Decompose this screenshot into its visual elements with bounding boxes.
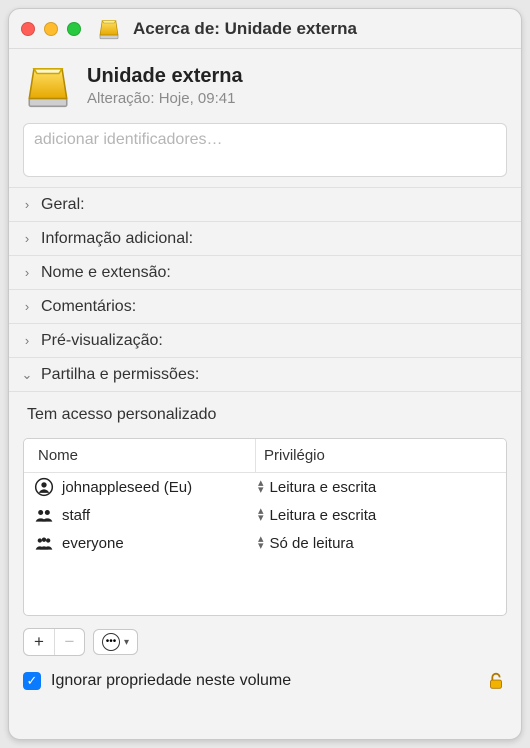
file-modified: Alteração: Hoje, 09:41 (87, 90, 243, 107)
remove-button[interactable]: − (54, 629, 84, 655)
zoom-window-button[interactable] (67, 22, 81, 36)
col-name-label: Nome (38, 447, 78, 464)
chevron-right-icon: › (21, 265, 33, 280)
add-remove-group: + − (23, 628, 85, 656)
ellipsis-circle-icon: ••• (102, 633, 120, 651)
sections: › Geral: › Informação adicional: › Nome … (9, 187, 521, 392)
drive-icon (97, 17, 121, 41)
drive-icon-large (23, 61, 73, 111)
group-icon (34, 533, 54, 553)
perm-row-priv: Leitura e escrita (270, 479, 377, 496)
info-window: Acerca de: Unidade externa Unidade exter… (8, 8, 522, 740)
perm-row-name: everyone (62, 535, 124, 552)
tags-field-container[interactable] (23, 123, 507, 177)
stepper-icon[interactable]: ▴▾ (258, 536, 264, 550)
chevron-right-icon: › (21, 333, 33, 348)
add-button[interactable]: + (24, 629, 54, 655)
stepper-icon[interactable]: ▴▾ (258, 480, 264, 494)
section-preview[interactable]: › Pré-visualização: (9, 324, 521, 358)
permissions-toolbar: + − ••• ▾ (9, 616, 521, 662)
permissions-header: Nome Privilégio (24, 439, 506, 473)
user-icon (34, 477, 54, 497)
section-name-ext-label: Nome e extensão: (41, 264, 171, 282)
file-name: Unidade externa (87, 65, 243, 88)
window-title: Acerca de: Unidade externa (133, 19, 357, 39)
perm-row-name: johnappleseed (Eu) (62, 479, 192, 496)
action-menu-button[interactable]: ••• ▾ (93, 629, 138, 655)
section-comments[interactable]: › Comentários: (9, 290, 521, 324)
col-name-header[interactable]: Nome (24, 439, 256, 472)
group-icon (34, 505, 54, 525)
file-header-texts: Unidade externa Alteração: Hoje, 09:41 (87, 65, 243, 107)
section-general[interactable]: › Geral: (9, 188, 521, 222)
section-more-info[interactable]: › Informação adicional: (9, 222, 521, 256)
section-more-info-label: Informação adicional: (41, 230, 193, 248)
section-name-extension[interactable]: › Nome e extensão: (9, 256, 521, 290)
ignore-ownership-label: Ignorar propriedade neste volume (51, 672, 291, 690)
chevron-right-icon: › (21, 299, 33, 314)
lock-icon[interactable] (485, 670, 507, 692)
tags-input[interactable] (32, 130, 498, 150)
chevron-right-icon: › (21, 197, 33, 212)
stepper-icon[interactable]: ▴▾ (258, 508, 264, 522)
modified-label: Alteração: (87, 90, 155, 107)
col-priv-header[interactable]: Privilégio (256, 439, 506, 472)
section-preview-label: Pré-visualização: (41, 332, 163, 350)
perm-row-priv: Leitura e escrita (270, 507, 377, 524)
table-row[interactable]: johnappleseed (Eu) ▴▾ Leitura e escrita (24, 473, 506, 501)
section-sharing-permissions[interactable]: ⌄ Partilha e permissões: (9, 358, 521, 392)
perm-row-name: staff (62, 507, 90, 524)
titlebar: Acerca de: Unidade externa (9, 9, 521, 49)
modified-value: Hoje, 09:41 (159, 90, 236, 107)
table-row[interactable]: everyone ▴▾ Só de leitura (24, 529, 506, 557)
window-controls (21, 22, 81, 36)
file-header: Unidade externa Alteração: Hoje, 09:41 (9, 49, 521, 119)
section-comments-label: Comentários: (41, 298, 136, 316)
section-sharing-label: Partilha e permissões: (41, 366, 199, 384)
ignore-ownership-checkbox[interactable]: ✓ (23, 672, 41, 690)
minimize-window-button[interactable] (44, 22, 58, 36)
check-icon: ✓ (27, 673, 38, 689)
footer: ✓ Ignorar propriedade neste volume (9, 662, 521, 706)
chevron-right-icon: › (21, 231, 33, 246)
chevron-down-icon: ▾ (124, 637, 129, 648)
permissions-table: Nome Privilégio johnappleseed (Eu) ▴▾ Le… (23, 438, 507, 616)
col-priv-label: Privilégio (264, 447, 325, 464)
table-row[interactable]: staff ▴▾ Leitura e escrita (24, 501, 506, 529)
perm-row-priv: Só de leitura (270, 535, 354, 552)
chevron-down-icon: ⌄ (21, 367, 33, 383)
permissions-rows: johnappleseed (Eu) ▴▾ Leitura e escrita … (24, 473, 506, 615)
sharing-body: Tem acesso personalizado (9, 392, 521, 438)
section-general-label: Geral: (41, 196, 85, 214)
close-window-button[interactable] (21, 22, 35, 36)
permissions-empty-area (24, 557, 506, 615)
access-summary: Tem acesso personalizado (23, 400, 507, 438)
